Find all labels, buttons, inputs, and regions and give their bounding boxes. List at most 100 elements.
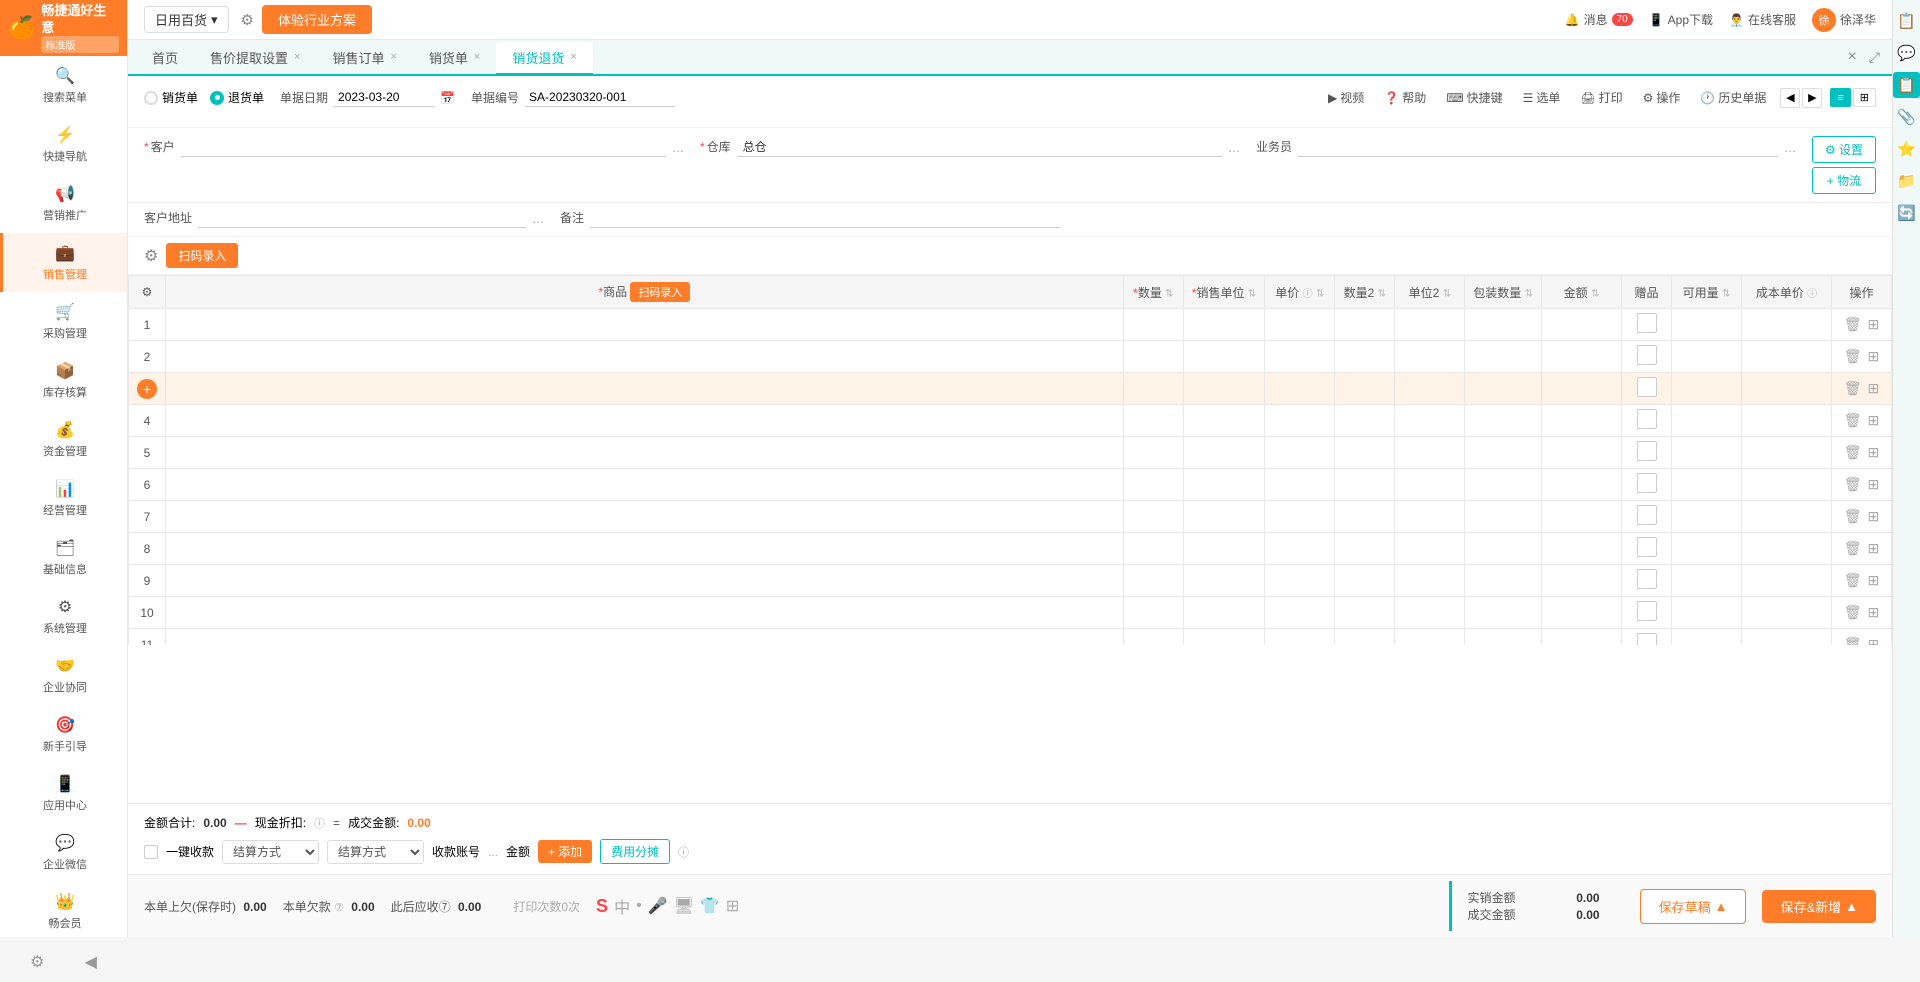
sidebar-item-sales[interactable]: 💼 销售管理 <box>0 233 127 292</box>
price-cell-2[interactable] <box>1265 341 1335 373</box>
unit-cell-1[interactable] <box>1183 309 1264 341</box>
unit-cell-2[interactable] <box>1183 341 1264 373</box>
qty-cell-9[interactable] <box>1123 565 1183 597</box>
delete-icon-9[interactable]: 🗑 <box>1844 572 1862 589</box>
delete-icon-7[interactable]: 🗑 <box>1844 508 1862 525</box>
table-gear-icon[interactable]: ⚙ <box>144 246 158 266</box>
cost-cell-3[interactable] <box>1742 373 1832 405</box>
pkg-cell-9[interactable] <box>1465 565 1542 597</box>
qty2-cell-2[interactable] <box>1335 341 1395 373</box>
avail-cell-8[interactable] <box>1672 533 1742 565</box>
gift-cell-2[interactable] <box>1622 341 1672 373</box>
nav-prev[interactable]: ◀ <box>1780 88 1800 108</box>
user-item[interactable]: 徐 徐泽华 <box>1812 8 1876 32</box>
gift-cell-9[interactable] <box>1622 565 1672 597</box>
pkg-cell-2[interactable] <box>1465 341 1542 373</box>
unit-cell-11[interactable] <box>1183 629 1264 646</box>
shirt-icon[interactable]: 👕 <box>700 896 720 916</box>
view-table-btn[interactable]: ⊞ <box>1853 88 1876 107</box>
gift-cell-6[interactable] <box>1622 469 1672 501</box>
qty-cell-10[interactable] <box>1123 597 1183 629</box>
price-cell-8[interactable] <box>1265 533 1335 565</box>
monitor-icon[interactable]: 🖥 <box>674 896 694 916</box>
sidebar-item-marketing[interactable]: 📢 营销推广 <box>0 174 127 233</box>
copy-icon-10[interactable]: ⊞ <box>1868 604 1880 621</box>
cost-cell-7[interactable] <box>1742 501 1832 533</box>
number-input[interactable] <box>525 88 675 107</box>
history-action[interactable]: 🕐 历史单据 <box>1694 86 1772 109</box>
amount-cell-6[interactable] <box>1542 469 1622 501</box>
amount-cell-11[interactable] <box>1542 629 1622 646</box>
s-icon[interactable]: S <box>596 896 608 917</box>
delete-icon-8[interactable]: 🗑 <box>1844 540 1862 557</box>
copy-icon-11[interactable]: ⊞ <box>1868 636 1880 645</box>
gift-cell-4[interactable] <box>1622 405 1672 437</box>
gift-cell-7[interactable] <box>1622 501 1672 533</box>
copy-icon-2[interactable]: ⊞ <box>1868 348 1880 365</box>
zhong-icon[interactable]: 中 <box>614 894 630 918</box>
rightbar-form-icon[interactable]: 📋 <box>1893 72 1920 98</box>
scan-btn[interactable]: 扫码录入 <box>166 243 238 268</box>
mic-icon[interactable]: 🎤 <box>648 896 668 916</box>
rightbar-star-icon[interactable]: ⭐ <box>1893 136 1920 162</box>
cost-cell-2[interactable] <box>1742 341 1832 373</box>
qty2-cell-4[interactable] <box>1335 405 1395 437</box>
sidebar-item-finance[interactable]: 💰 资金管理 <box>0 410 127 469</box>
product-cell-4[interactable] <box>166 405 1124 437</box>
cost-cell-9[interactable] <box>1742 565 1832 597</box>
delete-icon-11[interactable]: 🗑 <box>1844 636 1862 645</box>
unit2-cell-3[interactable] <box>1395 373 1465 405</box>
collapse-icon[interactable]: ◀ <box>85 952 97 972</box>
avail-cell-6[interactable] <box>1672 469 1742 501</box>
unit2-cell-8[interactable] <box>1395 533 1465 565</box>
tab-price-close[interactable]: × <box>294 51 300 63</box>
amount-cell-8[interactable] <box>1542 533 1622 565</box>
product-input-3[interactable] <box>174 382 1115 396</box>
sidebar-item-purchase[interactable]: 🛒 采购管理 <box>0 292 127 351</box>
product-cell-8[interactable] <box>166 533 1124 565</box>
price-cell-10[interactable] <box>1265 597 1335 629</box>
tab-close-current[interactable]: × <box>1843 48 1860 66</box>
price-cell-4[interactable] <box>1265 405 1335 437</box>
gift-checkbox-5[interactable] <box>1637 441 1657 461</box>
copy-icon-1[interactable]: ⊞ <box>1868 316 1880 333</box>
tab-sales[interactable]: 销货单 × <box>413 42 496 75</box>
gift-checkbox-10[interactable] <box>1637 601 1657 621</box>
date-input[interactable] <box>334 88 434 107</box>
price-cell-1[interactable] <box>1265 309 1335 341</box>
unit-cell-3[interactable] <box>1183 373 1264 405</box>
view-form-btn[interactable]: ≡ <box>1830 88 1850 107</box>
unit2-cell-5[interactable] <box>1395 437 1465 469</box>
salesperson-input[interactable] <box>1298 136 1778 157</box>
product-cell-1[interactable] <box>166 309 1124 341</box>
unit2-cell-11[interactable] <box>1395 629 1465 646</box>
pkg-cell-1[interactable] <box>1465 309 1542 341</box>
pkg-cell-7[interactable] <box>1465 501 1542 533</box>
sidebar-item-member[interactable]: 👑 畅会员 <box>0 882 127 941</box>
remark-input[interactable] <box>590 207 1060 228</box>
amount-cell-1[interactable] <box>1542 309 1622 341</box>
sidebar-item-wechat[interactable]: 💬 企业微信 <box>0 823 127 882</box>
amount-cell-4[interactable] <box>1542 405 1622 437</box>
one-click-checkbox[interactable] <box>144 845 158 859</box>
avail-cell-7[interactable] <box>1672 501 1742 533</box>
unit2-cell-9[interactable] <box>1395 565 1465 597</box>
product-cell-5[interactable] <box>166 437 1124 469</box>
radio-sale[interactable]: 销货单 <box>144 89 198 106</box>
tab-return-close[interactable]: × <box>570 51 576 63</box>
experience-btn[interactable]: 体验行业方案 <box>262 5 372 34</box>
gift-checkbox-4[interactable] <box>1637 409 1657 429</box>
pkg-cell-8[interactable] <box>1465 533 1542 565</box>
pkg-cell-4[interactable] <box>1465 405 1542 437</box>
gift-checkbox-7[interactable] <box>1637 505 1657 525</box>
unit2-cell-7[interactable] <box>1395 501 1465 533</box>
tab-sales-order[interactable]: 销售订单 × <box>316 42 412 75</box>
qty-cell-1[interactable] <box>1123 309 1183 341</box>
calendar-icon[interactable]: 📅 <box>440 91 455 105</box>
product-cell-7[interactable] <box>166 501 1124 533</box>
price-cell-7[interactable] <box>1265 501 1335 533</box>
qty2-cell-7[interactable] <box>1335 501 1395 533</box>
copy-icon-4[interactable]: ⊞ <box>1868 412 1880 429</box>
price-cell-9[interactable] <box>1265 565 1335 597</box>
cost-cell-5[interactable] <box>1742 437 1832 469</box>
